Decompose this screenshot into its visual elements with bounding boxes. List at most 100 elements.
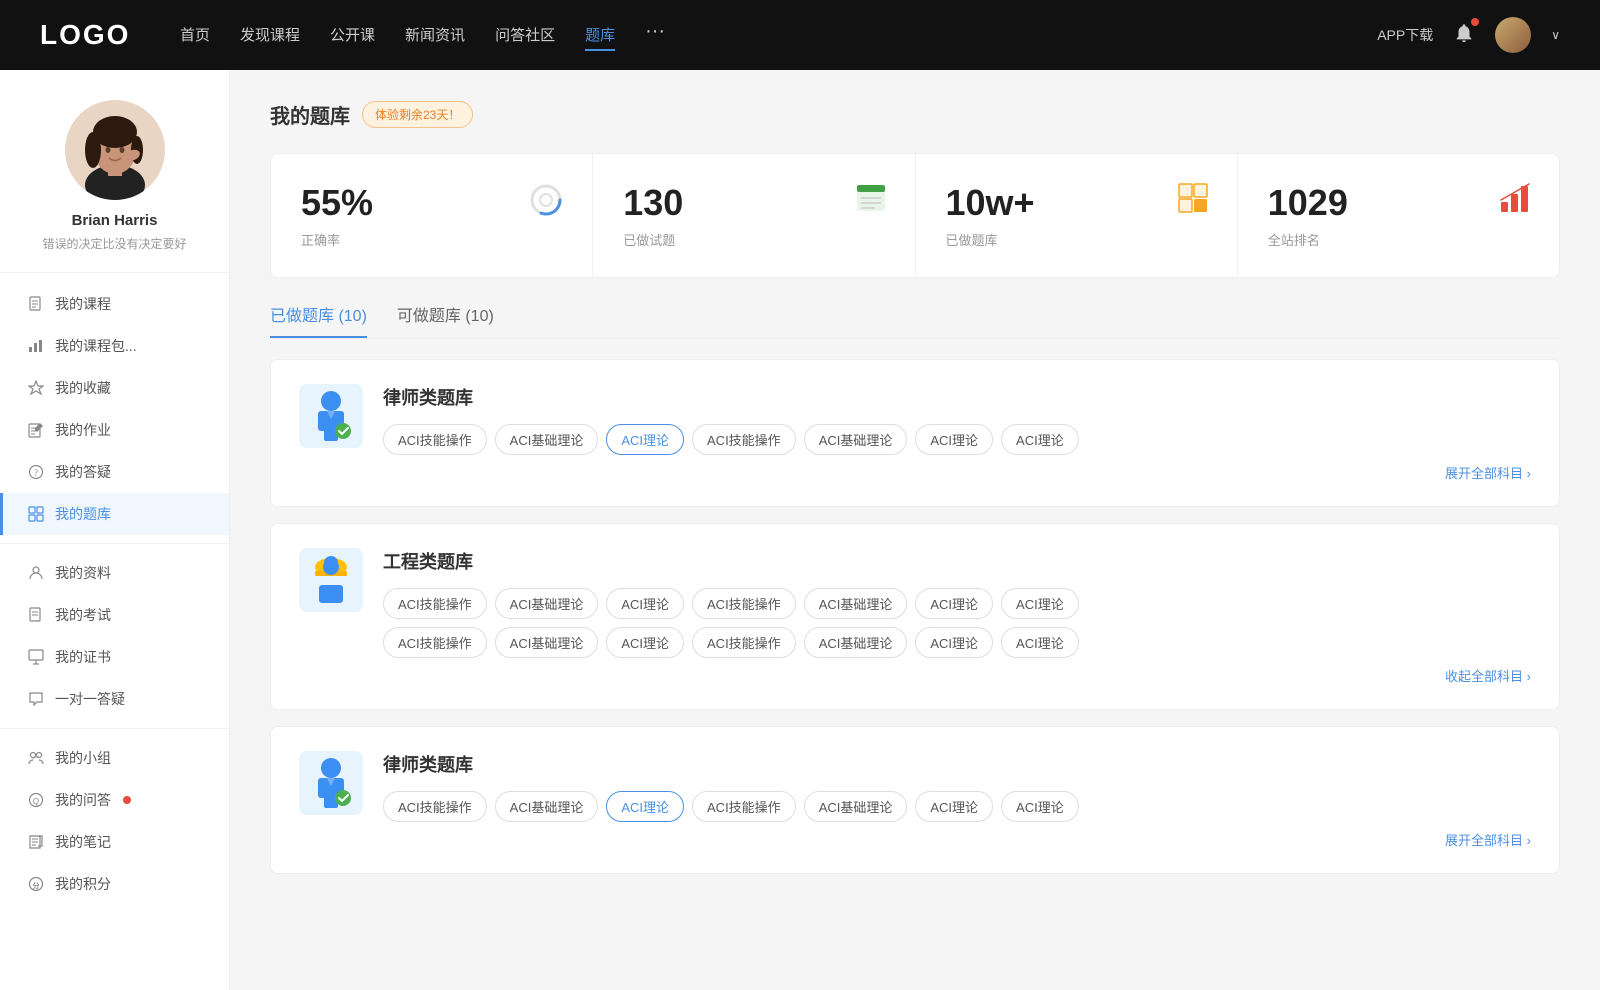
sidebar-item-question-bank-label: 我的题库 bbox=[55, 504, 111, 524]
nav-discover[interactable]: 发现课程 bbox=[240, 20, 300, 51]
nav-openclass[interactable]: 公开课 bbox=[330, 20, 375, 51]
user-dropdown-arrow[interactable]: ∨ bbox=[1551, 28, 1560, 42]
stat-ranking-number: 1029 bbox=[1268, 182, 1348, 224]
tag-1-5[interactable]: ACI理论 bbox=[915, 588, 993, 619]
tab-available[interactable]: 可做题库 (10) bbox=[397, 302, 494, 338]
tag-1-6[interactable]: ACI理论 bbox=[1001, 588, 1079, 619]
tag-0-5[interactable]: ACI理论 bbox=[915, 424, 993, 455]
nav-more[interactable]: ··· bbox=[645, 20, 665, 51]
sidebar-item-profile[interactable]: 我的资料 bbox=[0, 552, 229, 594]
tag-2-3[interactable]: ACI技能操作 bbox=[692, 791, 796, 822]
profile-avatar[interactable] bbox=[65, 100, 165, 200]
bar-stat-icon bbox=[1499, 182, 1531, 214]
user-avatar[interactable] bbox=[1495, 17, 1531, 53]
tag-0-2[interactable]: ACI理论 bbox=[606, 424, 684, 455]
tag-2-4[interactable]: ACI基础理论 bbox=[804, 791, 908, 822]
sidebar-item-groups[interactable]: 我的小组 bbox=[0, 737, 229, 779]
sidebar-item-favorites[interactable]: 我的收藏 bbox=[0, 367, 229, 409]
badge-icon bbox=[27, 648, 45, 666]
notification-bell[interactable] bbox=[1453, 22, 1475, 49]
sidebar-item-exam[interactable]: 我的考试 bbox=[0, 594, 229, 636]
question-circle-icon: ? bbox=[27, 463, 45, 481]
profile-motto: 错误的决定比没有决定要好 bbox=[20, 235, 209, 252]
tag-1-3[interactable]: ACI技能操作 bbox=[692, 588, 796, 619]
tag-1r2-5[interactable]: ACI理论 bbox=[915, 627, 993, 658]
edit-icon bbox=[27, 421, 45, 439]
tag-1r2-3[interactable]: ACI技能操作 bbox=[692, 627, 796, 658]
sidebar-item-course-package[interactable]: 我的课程包... bbox=[0, 325, 229, 367]
sidebar-item-course-package-label: 我的课程包... bbox=[55, 336, 137, 356]
tag-1-0[interactable]: ACI技能操作 bbox=[383, 588, 487, 619]
sidebar-item-my-courses-label: 我的课程 bbox=[55, 294, 111, 314]
qbank-card-1-name: 工程类题库 bbox=[383, 548, 1531, 574]
sidebar-item-certificate[interactable]: 我的证书 bbox=[0, 636, 229, 678]
stat-questions-done-label: 已做试题 bbox=[623, 230, 675, 249]
sidebar-item-points[interactable]: 分 我的积分 bbox=[0, 863, 229, 905]
lawyer-icon bbox=[306, 389, 356, 444]
tag-0-4[interactable]: ACI基础理论 bbox=[804, 424, 908, 455]
chat-icon bbox=[27, 690, 45, 708]
tag-0-1[interactable]: ACI基础理论 bbox=[495, 424, 599, 455]
tag-1r2-2[interactable]: ACI理论 bbox=[606, 627, 684, 658]
tab-done[interactable]: 已做题库 (10) bbox=[270, 302, 367, 338]
sidebar-item-question-bank[interactable]: 我的题库 bbox=[0, 493, 229, 535]
stat-accuracy-number: 55% bbox=[301, 182, 373, 224]
qbank-card-1-tags-row1: ACI技能操作 ACI基础理论 ACI理论 ACI技能操作 ACI基础理论 AC… bbox=[383, 588, 1531, 619]
qbank-card-1-collapse[interactable]: 收起全部科目 › bbox=[383, 666, 1531, 685]
qbank-card-1: 工程类题库 ACI技能操作 ACI基础理论 ACI理论 ACI技能操作 ACI基… bbox=[270, 523, 1560, 710]
tag-2-2[interactable]: ACI理论 bbox=[606, 791, 684, 822]
qbank-card-2-expand[interactable]: 展开全部科目 › bbox=[383, 830, 1531, 849]
qbank-card-0-expand[interactable]: 展开全部科目 › bbox=[383, 463, 1531, 482]
sidebar-item-one-on-one[interactable]: 一对一答疑 bbox=[0, 678, 229, 720]
sidebar-item-my-courses[interactable]: 我的课程 bbox=[0, 283, 229, 325]
sidebar-item-my-qa[interactable]: Q 我的问答 bbox=[0, 779, 229, 821]
lawyer-icon-2 bbox=[306, 756, 356, 811]
tag-0-6[interactable]: ACI理论 bbox=[1001, 424, 1079, 455]
sidebar-profile: Brian Harris 错误的决定比没有决定要好 bbox=[0, 70, 229, 273]
menu-divider-1 bbox=[0, 543, 229, 544]
qbank-card-2: 律师类题库 ACI技能操作 ACI基础理论 ACI理论 ACI技能操作 ACI基… bbox=[270, 726, 1560, 874]
qbank-card-0-icon bbox=[299, 384, 363, 448]
sidebar-item-notes[interactable]: 我的笔记 bbox=[0, 821, 229, 863]
sidebar-item-homework[interactable]: 我的作业 bbox=[0, 409, 229, 451]
grid-stat-icon bbox=[1177, 182, 1209, 214]
document-icon bbox=[27, 295, 45, 313]
app-download-button[interactable]: APP下载 bbox=[1377, 25, 1433, 45]
qbank-card-1-header: 工程类题库 ACI技能操作 ACI基础理论 ACI理论 ACI技能操作 ACI基… bbox=[299, 548, 1531, 685]
tag-2-5[interactable]: ACI理论 bbox=[915, 791, 993, 822]
qbank-card-2-tags: ACI技能操作 ACI基础理论 ACI理论 ACI技能操作 ACI基础理论 AC… bbox=[383, 791, 1531, 822]
stat-grid-icon bbox=[1177, 182, 1209, 219]
stats-row: 55% 正确率 130 已做试题 bbox=[270, 153, 1560, 278]
page-title: 我的题库 bbox=[270, 100, 350, 129]
tag-0-0[interactable]: ACI技能操作 bbox=[383, 424, 487, 455]
tag-1-4[interactable]: ACI基础理论 bbox=[804, 588, 908, 619]
tag-1r2-4[interactable]: ACI基础理论 bbox=[804, 627, 908, 658]
tag-2-0[interactable]: ACI技能操作 bbox=[383, 791, 487, 822]
tag-2-6[interactable]: ACI理论 bbox=[1001, 791, 1079, 822]
qbank-card-2-icon bbox=[299, 751, 363, 815]
sidebar-item-qanda[interactable]: ? 我的答疑 bbox=[0, 451, 229, 493]
file-icon bbox=[27, 606, 45, 624]
tag-0-3[interactable]: ACI技能操作 bbox=[692, 424, 796, 455]
stat-banks-done-number: 10w+ bbox=[946, 182, 1035, 224]
tabs: 已做题库 (10) 可做题库 (10) bbox=[270, 302, 1560, 339]
header-right: APP下载 ∨ bbox=[1377, 17, 1560, 53]
tag-2-1[interactable]: ACI基础理论 bbox=[495, 791, 599, 822]
sidebar-item-exam-label: 我的考试 bbox=[55, 605, 111, 625]
tag-1r2-1[interactable]: ACI基础理论 bbox=[495, 627, 599, 658]
qbank-card-0-header: 律师类题库 ACI技能操作 ACI基础理论 ACI理论 ACI技能操作 ACI基… bbox=[299, 384, 1531, 482]
stat-questions-done: 130 已做试题 bbox=[593, 154, 915, 277]
qbank-card-2-name: 律师类题库 bbox=[383, 751, 1531, 777]
nav-qbank[interactable]: 题库 bbox=[585, 20, 615, 51]
tag-1r2-0[interactable]: ACI技能操作 bbox=[383, 627, 487, 658]
sidebar-item-one-on-one-label: 一对一答疑 bbox=[55, 689, 125, 709]
nav-news[interactable]: 新闻资讯 bbox=[405, 20, 465, 51]
nav-home[interactable]: 首页 bbox=[180, 20, 210, 51]
logo: LOGO bbox=[40, 19, 140, 51]
tag-1-1[interactable]: ACI基础理论 bbox=[495, 588, 599, 619]
nav-qa[interactable]: 问答社区 bbox=[495, 20, 555, 51]
tag-1-2[interactable]: ACI理论 bbox=[606, 588, 684, 619]
qbank-card-1-icon bbox=[299, 548, 363, 612]
nav: 首页 发现课程 公开课 新闻资讯 问答社区 题库 ··· bbox=[180, 20, 1337, 51]
tag-1r2-6[interactable]: ACI理论 bbox=[1001, 627, 1079, 658]
